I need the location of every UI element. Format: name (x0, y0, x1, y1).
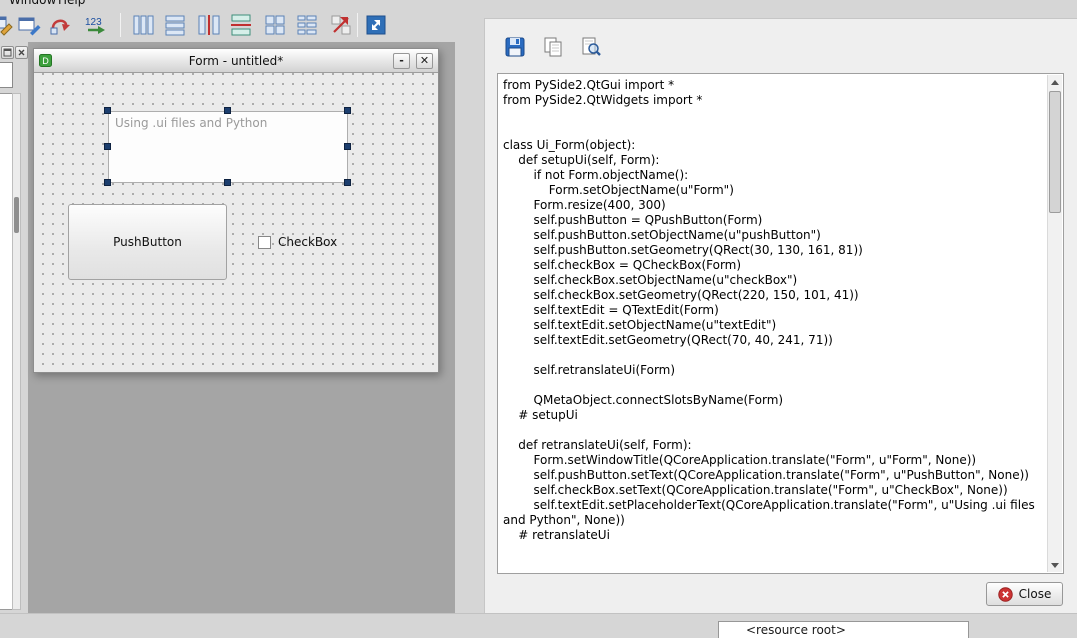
form-window-title: Form - untitled* (34, 54, 438, 68)
layout-grid-icon[interactable] (262, 12, 288, 38)
form-editor-window[interactable]: D Form - untitled* - ✕ Using .ui files a… (33, 48, 439, 373)
menu-help[interactable]: Help (58, 0, 85, 7)
layout-form-icon[interactable] (294, 12, 320, 38)
code-line: def retranslateUi(self, Form): (503, 438, 1047, 453)
code-line: from PySide2.QtWidgets import * (503, 93, 1047, 108)
selection-handle-s[interactable] (224, 179, 231, 186)
code-line: QMetaObject.connectSlotsByName(Form) (503, 393, 1047, 408)
edit-signals-slots-icon[interactable] (16, 12, 42, 38)
layout-horizontal-splitter-icon[interactable] (196, 12, 222, 38)
minimize-button[interactable]: - (393, 53, 410, 69)
checkbox-label: CheckBox (278, 235, 337, 249)
widget-box-scrollbar[interactable] (12, 93, 21, 610)
dock-close-button[interactable] (15, 46, 28, 59)
qt-designer-window: Window Help 123 (0, 0, 1077, 638)
form-canvas[interactable]: Using .ui files and Python PushButton Ch… (34, 73, 438, 372)
code-line (503, 378, 1047, 393)
scroll-down-button[interactable] (1048, 558, 1062, 572)
code-line: self.pushButton.setText(QCoreApplication… (503, 468, 1047, 483)
code-line: self.textEdit.setGeometry(QRect(70, 40, … (503, 333, 1047, 348)
close-dialog-button[interactable]: Close (986, 582, 1063, 606)
toolbar-separator (120, 13, 121, 37)
code-line: self.textEdit.setPlaceholderText(QCoreAp… (503, 498, 1047, 513)
textedit-widget[interactable]: Using .ui files and Python (108, 111, 348, 183)
widget-box-filter-input[interactable] (0, 62, 13, 88)
code-content: from PySide2.QtGui import *from PySide2.… (498, 74, 1047, 573)
selection-handle-se[interactable] (344, 179, 351, 186)
scroll-up-button[interactable] (1048, 75, 1062, 89)
code-preview-dialog: from PySide2.QtGui import *from PySide2.… (484, 18, 1077, 615)
code-line (503, 108, 1047, 123)
code-line: if not Form.objectName(): (503, 168, 1047, 183)
close-button[interactable]: ✕ (416, 53, 433, 69)
selection-handle-w[interactable] (104, 143, 111, 150)
save-icon[interactable] (503, 35, 527, 59)
selection-handle-sw[interactable] (104, 179, 111, 186)
edit-buddies-icon[interactable] (48, 12, 74, 38)
code-line: Form.setObjectName(u"Form") (503, 183, 1047, 198)
selection-handle-ne[interactable] (344, 107, 351, 114)
checkbox-indicator[interactable] (258, 236, 271, 249)
code-line (503, 123, 1047, 138)
layout-vertical-splitter-icon[interactable] (228, 12, 254, 38)
svg-text:123: 123 (85, 17, 102, 28)
code-line: class Ui_Form(object): (503, 138, 1047, 153)
break-layout-icon[interactable] (328, 12, 354, 38)
layout-horizontal-icon[interactable] (130, 12, 156, 38)
close-circle-icon (998, 587, 1013, 602)
code-line: Form.setWindowTitle(QCoreApplication.tra… (503, 453, 1047, 468)
code-line: self.pushButton.setObjectName(u"pushButt… (503, 228, 1047, 243)
selection-handle-e[interactable] (344, 143, 351, 150)
code-line: self.pushButton.setGeometry(QRect(30, 13… (503, 243, 1047, 258)
form-window-titlebar[interactable]: D Form - untitled* - ✕ (34, 49, 438, 73)
code-line: self.textEdit = QTextEdit(Form) (503, 303, 1047, 318)
copy-icon[interactable] (541, 35, 565, 59)
code-line: from PySide2.QtGui import * (503, 78, 1047, 93)
svg-text:D: D (42, 56, 49, 66)
selection-handle-n[interactable] (224, 107, 231, 114)
code-line: # retranslateUi (503, 528, 1047, 543)
pushbutton-widget[interactable]: PushButton (68, 204, 227, 280)
dock-float-button[interactable] (1, 46, 14, 59)
code-line: self.checkBox.setObjectName(u"checkBox") (503, 273, 1047, 288)
code-line: self.pushButton = QPushButton(Form) (503, 213, 1047, 228)
close-button-label: Close (1019, 587, 1052, 601)
pushbutton-label: PushButton (113, 235, 182, 249)
toolbar-separator (357, 13, 358, 37)
arrow-down-icon (1051, 563, 1059, 568)
edit-widgets-icon[interactable] (0, 12, 14, 38)
designer-form-icon: D (39, 54, 52, 67)
code-line: self.checkBox.setGeometry(QRect(220, 150… (503, 288, 1047, 303)
code-line: self.checkBox = QCheckBox(Form) (503, 258, 1047, 273)
code-line: self.textEdit.setObjectName(u"textEdit") (503, 318, 1047, 333)
find-icon[interactable] (579, 35, 603, 59)
arrow-up-icon (1051, 80, 1059, 85)
code-line: self.checkBox.setText(QCoreApplication.t… (503, 483, 1047, 498)
menu-window[interactable]: Window (9, 0, 56, 7)
code-line: Form.resize(400, 300) (503, 198, 1047, 213)
adjust-size-icon[interactable] (363, 12, 389, 38)
code-line: # setupUi (503, 408, 1047, 423)
textedit-placeholder: Using .ui files and Python (109, 112, 347, 134)
scrollbar-thumb[interactable] (1049, 91, 1061, 213)
bottom-dock-strip: <resource root> (0, 613, 1077, 638)
checkbox-widget[interactable]: CheckBox (258, 235, 337, 249)
code-vertical-scrollbar[interactable] (1047, 75, 1062, 572)
layout-vertical-icon[interactable] (162, 12, 188, 38)
code-line: and Python", None)) (503, 513, 1047, 528)
selection-handle-nw[interactable] (104, 107, 111, 114)
resource-browser: <resource root> (718, 621, 969, 638)
edit-tab-order-icon[interactable]: 123 (82, 12, 108, 38)
code-dialog-toolbar (503, 35, 603, 61)
code-text-area[interactable]: from PySide2.QtGui import *from PySide2.… (497, 73, 1064, 574)
code-line: self.retranslateUi(Form) (503, 363, 1047, 378)
widget-box-scrollbar-thumb[interactable] (14, 197, 19, 233)
code-line (503, 348, 1047, 363)
code-line: def setupUi(self, Form): (503, 153, 1047, 168)
code-line (503, 423, 1047, 438)
resource-root-item[interactable]: <resource root> (719, 622, 968, 638)
